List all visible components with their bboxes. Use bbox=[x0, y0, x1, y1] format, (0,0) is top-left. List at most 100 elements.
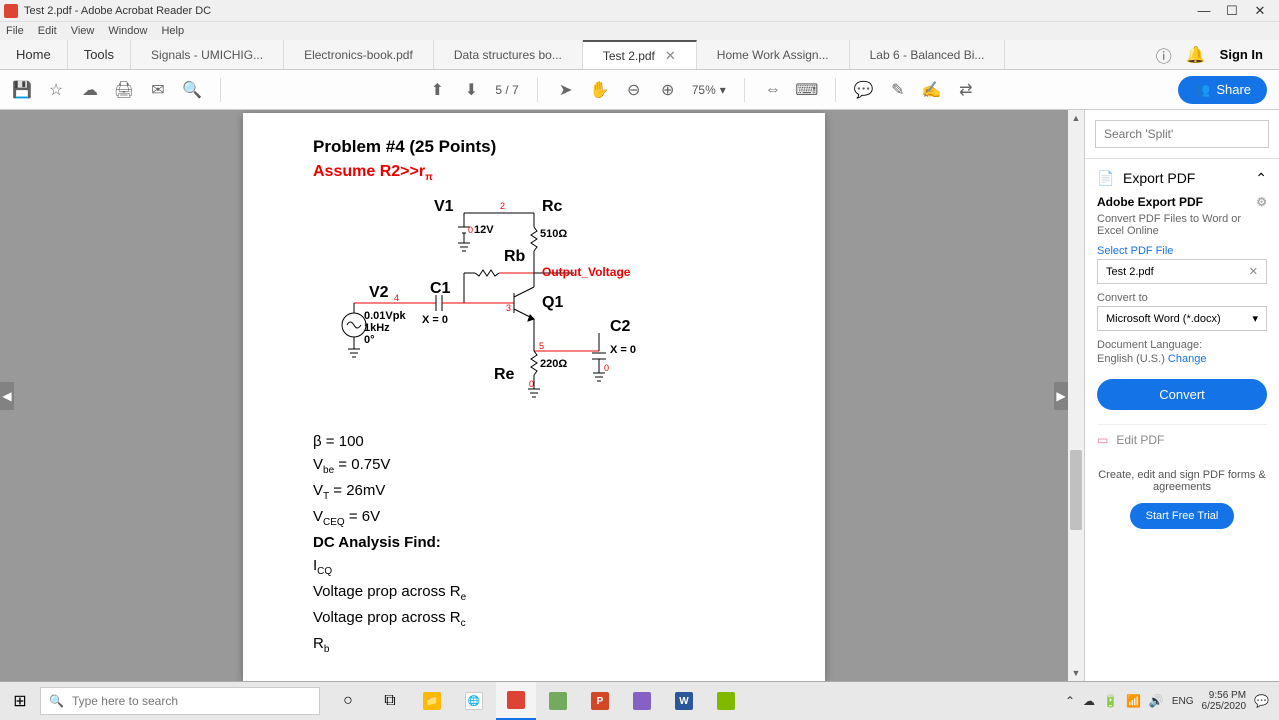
hand-icon[interactable]: ✋ bbox=[590, 80, 610, 100]
edit-pdf-header[interactable]: ▭ Edit PDF bbox=[1097, 424, 1267, 447]
trial-button[interactable]: Start Free Trial bbox=[1130, 503, 1235, 529]
menu-window[interactable]: Window bbox=[108, 25, 147, 37]
pdf-page: Problem #4 (25 Points) Assume R2>>rπ bbox=[243, 113, 825, 681]
document-tabs: Home Tools Signals - UMICHIG...Electroni… bbox=[0, 40, 1279, 70]
zoom-out-icon[interactable]: ⊖ bbox=[624, 80, 644, 100]
page-current[interactable]: 5 bbox=[495, 83, 502, 97]
tab-home[interactable]: Home bbox=[0, 40, 68, 69]
svg-text:0: 0 bbox=[604, 363, 609, 373]
export-subtitle: Adobe Export PDF ⚙ bbox=[1097, 195, 1267, 209]
file-tab-4[interactable]: Home Work Assign... bbox=[697, 40, 850, 69]
file-tab-0[interactable]: Signals - UMICHIG... bbox=[131, 40, 284, 69]
taskbar-search[interactable]: 🔍 Type here to search bbox=[40, 687, 320, 715]
sign-icon[interactable]: ✍ bbox=[922, 80, 942, 100]
gear-icon[interactable]: ⚙ bbox=[1256, 195, 1267, 209]
tools-search-input[interactable] bbox=[1095, 120, 1269, 148]
zoom-in-icon[interactable]: ⊕ bbox=[658, 80, 678, 100]
page-down-icon[interactable]: ⬇ bbox=[461, 80, 481, 100]
tray-battery-icon[interactable]: 🔋 bbox=[1103, 694, 1118, 708]
share-button[interactable]: 👥 Share bbox=[1178, 76, 1267, 104]
file-tab-label: Data structures bo... bbox=[454, 48, 562, 62]
menu-edit[interactable]: Edit bbox=[38, 25, 57, 37]
close-tab-icon[interactable]: ✕ bbox=[665, 48, 676, 64]
scroll-down-arrow[interactable]: ▼ bbox=[1068, 665, 1084, 681]
tray-volume-icon[interactable]: 🔊 bbox=[1149, 694, 1164, 708]
scroll-thumb[interactable] bbox=[1070, 450, 1082, 530]
chrome-icon[interactable]: 🌐 bbox=[454, 682, 494, 720]
tray-time: 9:56 PM bbox=[1202, 690, 1247, 701]
vs-icon[interactable] bbox=[622, 682, 662, 720]
star-icon[interactable]: ☆ bbox=[46, 80, 66, 100]
minimize-button[interactable]: — bbox=[1197, 4, 1211, 18]
tray-chevron-icon[interactable]: ⌃ bbox=[1065, 694, 1075, 708]
file-tab-3[interactable]: Test 2.pdf✕ bbox=[583, 40, 697, 69]
tab-tools[interactable]: Tools bbox=[68, 40, 131, 69]
comment-icon[interactable]: 💬 bbox=[854, 80, 874, 100]
tray-clock[interactable]: 9:56 PM 6/25/2020 bbox=[1202, 690, 1247, 712]
print-icon[interactable]: 🖨 bbox=[114, 80, 134, 100]
page-up-icon[interactable]: ⬆ bbox=[427, 80, 447, 100]
maximize-button[interactable]: ☐ bbox=[1225, 4, 1239, 18]
prev-page-arrow[interactable]: ◀ bbox=[0, 382, 14, 410]
close-button[interactable]: ✕ bbox=[1253, 4, 1267, 18]
format-dropdown[interactable]: Microsoft Word (*.docx) ▾ bbox=[1097, 306, 1267, 331]
cortana-icon[interactable]: ○ bbox=[328, 682, 368, 720]
svg-text:510Ω: 510Ω bbox=[540, 228, 567, 240]
select-file-label: Select PDF File bbox=[1097, 245, 1267, 257]
file-tab-5[interactable]: Lab 6 - Balanced Bi... bbox=[850, 40, 1006, 69]
explorer-icon[interactable]: 📁 bbox=[412, 682, 452, 720]
file-tab-label: Lab 6 - Balanced Bi... bbox=[870, 48, 985, 62]
zoom-level[interactable]: 75%▾ bbox=[692, 83, 726, 97]
start-button[interactable]: ⊞ bbox=[0, 682, 40, 720]
powerpoint-icon[interactable]: P bbox=[580, 682, 620, 720]
svg-text:C1: C1 bbox=[430, 280, 451, 297]
vertical-scrollbar[interactable]: ▲ ▼ bbox=[1068, 110, 1084, 681]
windows-taskbar: ⊞ 🔍 Type here to search ○ ⧉ 📁 🌐 P W ⌃ ☁ … bbox=[0, 681, 1279, 720]
find-vrc: Voltage prop across Rc bbox=[313, 609, 755, 629]
task-view-icon[interactable]: ⧉ bbox=[370, 682, 410, 720]
scroll-icon[interactable]: ⌨ bbox=[797, 80, 817, 100]
next-page-arrow[interactable]: ▶ bbox=[1054, 382, 1068, 410]
selected-file-field[interactable]: Test 2.pdf ✕ bbox=[1097, 259, 1267, 284]
word-icon[interactable]: W bbox=[664, 682, 704, 720]
pointer-icon[interactable]: ➤ bbox=[556, 80, 576, 100]
cloud-icon[interactable]: ☁ bbox=[80, 80, 100, 100]
email-icon[interactable]: ✉ bbox=[148, 80, 168, 100]
more-tools-icon[interactable]: ⇄ bbox=[956, 80, 976, 100]
menu-view[interactable]: View bbox=[71, 25, 95, 37]
app-icon-2[interactable] bbox=[706, 682, 746, 720]
svg-text:220Ω: 220Ω bbox=[540, 358, 567, 370]
edit-pdf-label: Edit PDF bbox=[1116, 433, 1164, 447]
file-tab-2[interactable]: Data structures bo... bbox=[434, 40, 583, 69]
menu-file[interactable]: File bbox=[6, 25, 24, 37]
help-icon[interactable]: ⓘ bbox=[1156, 43, 1172, 67]
file-tab-1[interactable]: Electronics-book.pdf bbox=[284, 40, 434, 69]
clear-file-icon[interactable]: ✕ bbox=[1249, 265, 1258, 278]
svg-text:X = 0: X = 0 bbox=[422, 314, 448, 326]
edit-icon: ▭ bbox=[1097, 433, 1108, 447]
svg-text:0°: 0° bbox=[364, 334, 375, 346]
fit-width-icon[interactable]: ⇔ bbox=[763, 80, 783, 100]
tray-language[interactable]: ENG bbox=[1172, 696, 1194, 707]
document-viewport[interactable]: ◀ ▶ Problem #4 (25 Points) Assume R2>>rπ bbox=[0, 110, 1068, 681]
bell-icon[interactable]: 🔔 bbox=[1186, 45, 1206, 65]
highlight-icon[interactable]: ✎ bbox=[888, 80, 908, 100]
tray-notifications-icon[interactable]: 💬 bbox=[1254, 694, 1269, 708]
export-pdf-header[interactable]: 📄 Export PDF ⌃ bbox=[1097, 169, 1267, 187]
svg-text:V2: V2 bbox=[369, 284, 389, 301]
tray-wifi-icon[interactable]: 📶 bbox=[1126, 694, 1141, 708]
menu-help[interactable]: Help bbox=[161, 25, 184, 37]
export-icon: 📄 bbox=[1097, 169, 1115, 187]
app-icon-1[interactable] bbox=[538, 682, 578, 720]
search-icon[interactable]: 🔍 bbox=[182, 80, 202, 100]
acrobat-icon[interactable] bbox=[496, 682, 536, 720]
change-lang-link[interactable]: Change bbox=[1168, 353, 1207, 365]
param-vbe: Vbe = 0.75V bbox=[313, 456, 755, 476]
scroll-up-arrow[interactable]: ▲ bbox=[1068, 110, 1084, 126]
convert-button[interactable]: Convert bbox=[1097, 379, 1267, 410]
tray-cloud-icon[interactable]: ☁ bbox=[1083, 694, 1095, 708]
sign-in-button[interactable]: Sign In bbox=[1220, 47, 1263, 62]
save-icon[interactable]: 💾 bbox=[12, 80, 32, 100]
export-desc: Convert PDF Files to Word or Excel Onlin… bbox=[1097, 213, 1267, 237]
chevron-up-icon: ⌃ bbox=[1255, 170, 1267, 187]
